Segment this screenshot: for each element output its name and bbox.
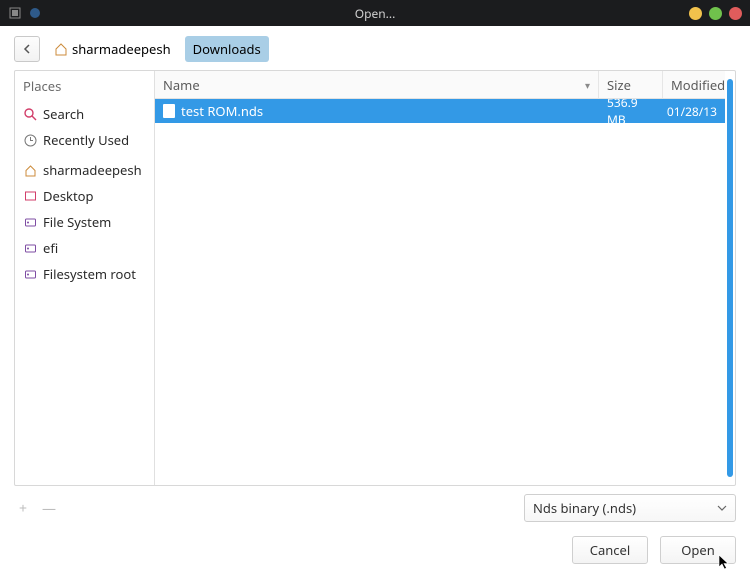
scrollbar-thumb[interactable] bbox=[727, 79, 733, 477]
app-icon bbox=[8, 6, 22, 20]
window-minimize-button[interactable] bbox=[689, 7, 702, 20]
file-modified: 01/28/13 bbox=[663, 103, 725, 120]
clock-icon bbox=[23, 133, 37, 147]
sidebar-item-label: Search bbox=[43, 105, 84, 123]
sidebar-item-desktop[interactable]: Desktop bbox=[15, 183, 154, 209]
file-list: Name ▾ Size Modified test ROM.nds bbox=[155, 71, 725, 485]
file-icon bbox=[163, 104, 175, 118]
places-sidebar: Places Search Recently Used sharmadeepes… bbox=[15, 71, 155, 485]
file-type-selected: Nds binary (.nds) bbox=[533, 499, 636, 517]
sidebar-item-label: efi bbox=[43, 239, 58, 257]
unsaved-indicator bbox=[30, 8, 40, 18]
sidebar-item-label: sharmadeepesh bbox=[43, 161, 142, 179]
sidebar-item-recent[interactable]: Recently Used bbox=[15, 127, 154, 153]
sidebar-item-home[interactable]: sharmadeepesh bbox=[15, 157, 154, 183]
file-name: test ROM.nds bbox=[181, 102, 263, 120]
desktop-icon bbox=[23, 189, 37, 203]
window-close-button[interactable] bbox=[729, 7, 742, 20]
file-list-scrollbar[interactable] bbox=[725, 71, 735, 485]
home-icon bbox=[23, 163, 37, 177]
search-icon bbox=[23, 107, 37, 121]
file-size: 536.9 MB bbox=[599, 99, 663, 128]
drive-icon bbox=[23, 267, 37, 281]
window-titlebar: Open... bbox=[0, 0, 750, 26]
sidebar-item-fsroot[interactable]: Filesystem root bbox=[15, 261, 154, 287]
back-button[interactable] bbox=[14, 36, 40, 62]
sidebar-item-label: Filesystem root bbox=[43, 265, 136, 283]
breadcrumb-current[interactable]: Downloads bbox=[185, 36, 269, 62]
sidebar-item-efi[interactable]: efi bbox=[15, 235, 154, 261]
sidebar-item-label: Desktop bbox=[43, 187, 94, 205]
open-button[interactable]: Open bbox=[660, 536, 736, 564]
remove-bookmark-button[interactable]: — bbox=[40, 499, 58, 518]
file-row[interactable]: test ROM.nds 536.9 MB 01/28/13 bbox=[155, 99, 725, 123]
sort-indicator-icon: ▾ bbox=[585, 78, 590, 92]
window-maximize-button[interactable] bbox=[709, 7, 722, 20]
file-type-filter[interactable]: Nds binary (.nds) bbox=[524, 494, 736, 522]
sidebar-item-filesystem[interactable]: File System bbox=[15, 209, 154, 235]
column-header-size[interactable]: Size bbox=[599, 71, 663, 98]
sidebar-item-search[interactable]: Search bbox=[15, 101, 154, 127]
breadcrumb-label: Downloads bbox=[193, 40, 261, 58]
window-title: Open... bbox=[355, 5, 396, 22]
drive-icon bbox=[23, 215, 37, 229]
column-header-name[interactable]: Name ▾ bbox=[155, 71, 599, 98]
chevron-down-icon bbox=[717, 505, 727, 511]
sidebar-item-label: Recently Used bbox=[43, 131, 129, 149]
breadcrumb-label: sharmadeepesh bbox=[72, 40, 171, 58]
column-header-modified[interactable]: Modified bbox=[663, 71, 725, 98]
cancel-button[interactable]: Cancel bbox=[572, 536, 648, 564]
breadcrumb-home[interactable]: sharmadeepesh bbox=[46, 36, 179, 62]
sidebar-header: Places bbox=[15, 71, 154, 101]
drive-icon bbox=[23, 241, 37, 255]
path-toolbar: sharmadeepesh Downloads bbox=[14, 36, 736, 62]
sidebar-item-label: File System bbox=[43, 213, 111, 231]
home-icon bbox=[54, 42, 68, 56]
add-bookmark-button[interactable]: + bbox=[14, 499, 32, 518]
